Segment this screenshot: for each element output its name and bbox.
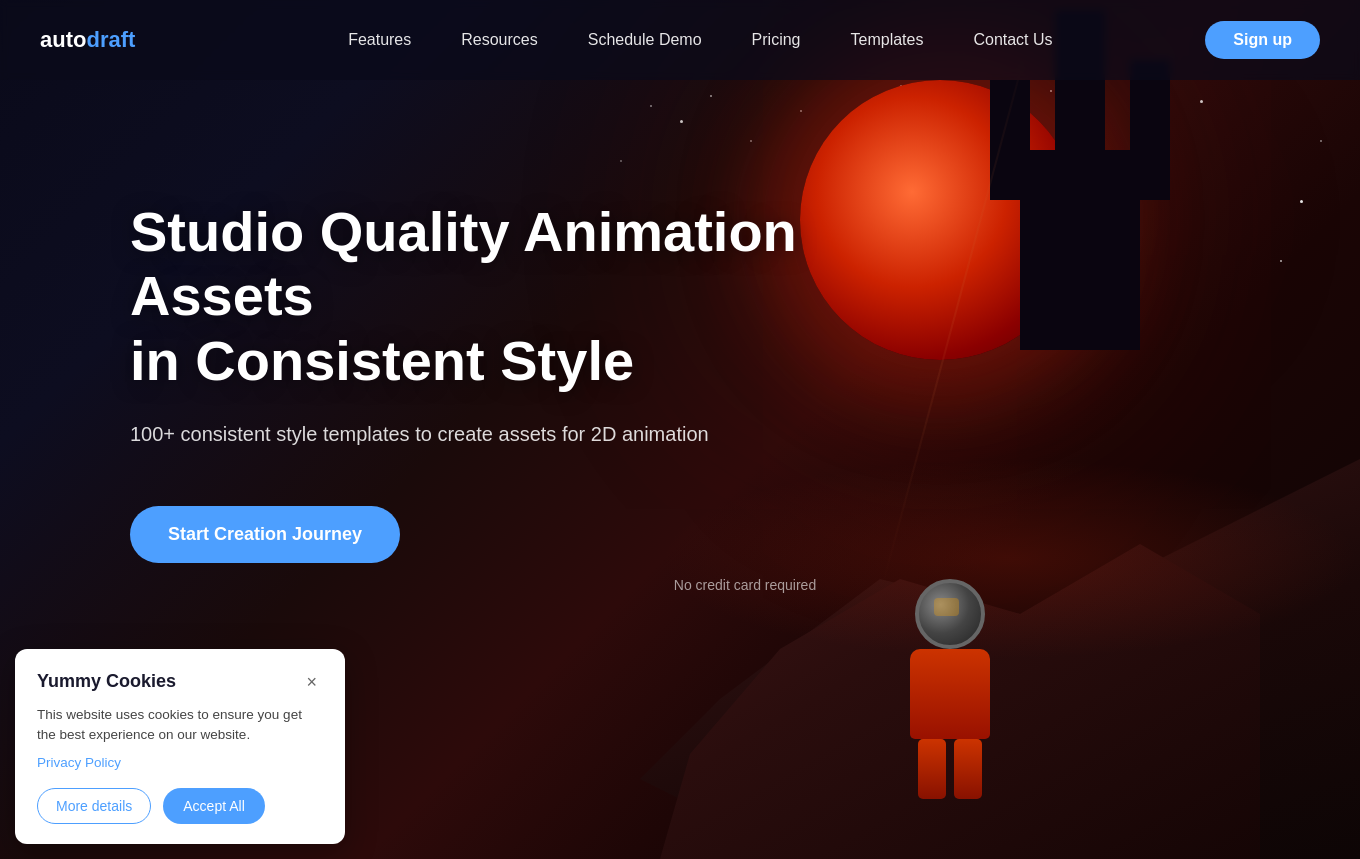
no-credit-text: No credit card required xyxy=(130,577,1360,593)
hero-title-line1: Studio Quality Animation Assets xyxy=(130,200,797,327)
cookie-title: Yummy Cookies xyxy=(37,671,176,692)
hero-title-line2: in Consistent Style xyxy=(130,329,634,392)
nav-link-resources[interactable]: Resources xyxy=(461,31,537,49)
nav-links: Features Resources Schedule Demo Pricing… xyxy=(195,31,1205,49)
cookie-body-text: This website uses cookies to ensure you … xyxy=(37,705,323,746)
logo-auto: auto xyxy=(40,27,86,52)
logo[interactable]: autodraft xyxy=(40,27,135,53)
cookie-banner: Yummy Cookies × This website uses cookie… xyxy=(15,649,345,845)
cookie-close-button[interactable]: × xyxy=(300,671,323,693)
nav-link-templates[interactable]: Templates xyxy=(851,31,924,49)
nav-link-features[interactable]: Features xyxy=(348,31,411,49)
signup-button[interactable]: Sign up xyxy=(1205,21,1320,59)
hero-title: Studio Quality Animation Assets in Consi… xyxy=(130,200,810,393)
navbar: autodraft Features Resources Schedule De… xyxy=(0,0,1360,80)
more-details-button[interactable]: More details xyxy=(37,788,151,824)
nav-link-pricing[interactable]: Pricing xyxy=(752,31,801,49)
privacy-policy-link[interactable]: Privacy Policy xyxy=(37,755,323,770)
logo-draft: draft xyxy=(86,27,135,52)
cookie-actions: More details Accept All xyxy=(37,788,323,824)
cookie-header: Yummy Cookies × xyxy=(37,671,323,693)
accept-all-button[interactable]: Accept All xyxy=(163,788,264,824)
hero-subtitle: 100+ consistent style templates to creat… xyxy=(130,423,730,446)
cta-section: Start Creation Journey No credit card re… xyxy=(130,506,1360,593)
nav-link-contact-us[interactable]: Contact Us xyxy=(973,31,1052,49)
astronaut-decoration xyxy=(890,579,1010,799)
nav-link-schedule-demo[interactable]: Schedule Demo xyxy=(588,31,702,49)
start-creation-button[interactable]: Start Creation Journey xyxy=(130,506,400,563)
hero-content: Studio Quality Animation Assets in Consi… xyxy=(0,80,1360,593)
